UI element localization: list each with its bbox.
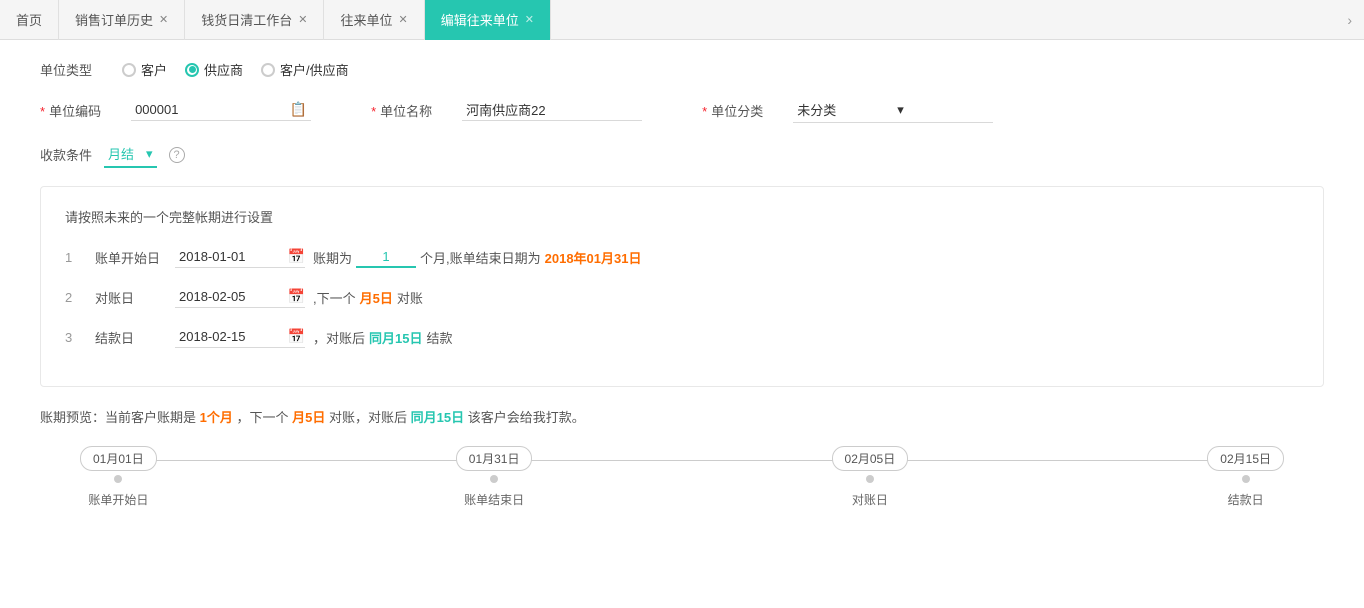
unit-type-row: 单位类型 客户 供应商 客户/供应商 — [40, 60, 1324, 79]
tab-partner[interactable]: 往来单位 ✕ — [324, 0, 424, 40]
setting-card: 请按照未来的一个完整帐期进行设置 1 账单开始日 📅 账期为 个月,账单结束日期… — [40, 186, 1324, 387]
tab-home[interactable]: 首页 — [0, 0, 59, 40]
chevron-down-icon: ▾ — [893, 99, 993, 121]
row-suffix-3: ，对账后 同月15日 结款 — [313, 328, 453, 347]
unit-code-label: *单位编码 — [40, 101, 101, 120]
node-dot-4 — [1242, 475, 1250, 483]
preview-period: 1个月 — [200, 410, 233, 425]
date-input-1[interactable] — [175, 246, 288, 267]
unit-type-radio-group: 客户 供应商 客户/供应商 — [122, 60, 349, 79]
payment-condition-label: 收款条件 — [40, 145, 92, 164]
node-label-1: 账单开始日 — [88, 491, 148, 508]
calendar-icon-2[interactable]: 📅 — [288, 288, 305, 305]
page-content: 单位类型 客户 供应商 客户/供应商 *单位编码 📋 — [0, 40, 1364, 608]
preview-pay-day: 同月15日 — [411, 410, 464, 425]
date-input-2[interactable] — [175, 286, 288, 307]
node-dot-1 — [114, 475, 122, 483]
row-num-1: 1 — [65, 250, 95, 265]
node-label-4: 结款日 — [1228, 491, 1264, 508]
node-tag-1: 01月01日 — [80, 446, 157, 471]
radio-both[interactable]: 客户/供应商 — [261, 60, 349, 79]
unit-name-input[interactable] — [462, 99, 642, 120]
row-suffix-2: ,下一个 月5日 对账 — [313, 288, 423, 307]
row-type-3: 结款日 — [95, 328, 175, 347]
row-num-3: 3 — [65, 330, 95, 345]
radio-supplier[interactable]: 供应商 — [185, 60, 243, 79]
date-input-wrap-1: 📅 — [175, 246, 305, 268]
timeline-node-4: 02月15日 结款日 — [1207, 446, 1284, 508]
row-type-1: 账单开始日 — [95, 248, 175, 267]
timeline-nodes: 01月01日 账单开始日 01月31日 账单结束日 02月05日 对账日 02月… — [80, 446, 1284, 508]
node-dot-3 — [866, 475, 874, 483]
radio-circle-customer — [122, 63, 136, 77]
unit-info-row: *单位编码 📋 *单位名称 *单位分类 未分类 ▾ — [40, 97, 1324, 123]
close-sales-history[interactable]: ✕ — [159, 13, 168, 26]
unit-name-label: *单位名称 — [371, 101, 432, 120]
timeline-node-3: 02月05日 对账日 — [832, 446, 909, 508]
node-label-2: 账单结束日 — [464, 491, 524, 508]
setting-row-1: 1 账单开始日 📅 账期为 个月,账单结束日期为 2018年01月31日 — [65, 246, 1299, 268]
unit-name-field-wrap — [462, 99, 642, 121]
date-input-wrap-2: 📅 — [175, 286, 305, 308]
same-day-highlight: 同月15日 — [369, 328, 422, 347]
date-input-3[interactable] — [175, 326, 288, 347]
row-suffix-1: 账期为 个月,账单结束日期为 2018年01月31日 — [313, 247, 641, 268]
payment-condition-select[interactable]: 月结 ▾ — [104, 141, 157, 168]
unit-type-label: 单位类型 — [40, 60, 92, 79]
period-num-input[interactable] — [356, 247, 416, 268]
unit-code-input[interactable] — [131, 99, 286, 120]
preview-text: 账期预览：当前客户账期是 1个月 ，下一个 月5日 对账，对账后 同月15日 该… — [40, 407, 1324, 426]
row-num-2: 2 — [65, 290, 95, 305]
tab-sales-history[interactable]: 销售订单历史 ✕ — [59, 0, 185, 40]
timeline: 01月01日 账单开始日 01月31日 账单结束日 02月05日 对账日 02月… — [40, 446, 1324, 508]
unit-category-label: *单位分类 — [702, 101, 763, 120]
setting-row-2: 2 对账日 📅 ,下一个 月5日 对账 — [65, 286, 1299, 308]
close-edit-partner[interactable]: ✕ — [525, 13, 534, 26]
payment-chevron-icon: ▾ — [142, 143, 157, 165]
unit-code-field-wrap: 📋 — [131, 99, 311, 121]
unit-category-select[interactable]: 未分类 ▾ — [793, 97, 993, 123]
tabs-bar: 首页 销售订单历史 ✕ 钱货日清工作台 ✕ 往来单位 ✕ 编辑往来单位 ✕ › — [0, 0, 1364, 40]
date-input-wrap-3: 📅 — [175, 326, 305, 348]
end-date-highlight: 2018年01月31日 — [545, 248, 642, 267]
close-cash-work[interactable]: ✕ — [298, 13, 307, 26]
unit-code-icon[interactable]: 📋 — [286, 101, 311, 118]
tab-cash-work[interactable]: 钱货日清工作台 ✕ — [185, 0, 324, 40]
help-icon[interactable]: ? — [169, 147, 185, 163]
card-title: 请按照未来的一个完整帐期进行设置 — [65, 207, 1299, 226]
setting-row-3: 3 结款日 📅 ，对账后 同月15日 结款 — [65, 326, 1299, 348]
payment-condition-row: 收款条件 月结 ▾ ? — [40, 141, 1324, 168]
timeline-node-2: 01月31日 账单结束日 — [456, 446, 533, 508]
node-tag-2: 01月31日 — [456, 446, 533, 471]
next-day-highlight: 月5日 — [360, 288, 393, 307]
preview-day: 月5日 — [292, 410, 325, 425]
tabs-scroll-right[interactable]: › — [1335, 12, 1364, 28]
calendar-icon-3[interactable]: 📅 — [288, 328, 305, 345]
radio-circle-both — [261, 63, 275, 77]
radio-circle-supplier — [185, 63, 199, 77]
node-dot-2 — [490, 475, 498, 483]
radio-customer[interactable]: 客户 — [122, 60, 167, 79]
node-label-3: 对账日 — [852, 491, 888, 508]
timeline-node-1: 01月01日 账单开始日 — [80, 446, 157, 508]
close-partner[interactable]: ✕ — [399, 13, 408, 26]
node-tag-3: 02月05日 — [832, 446, 909, 471]
tab-edit-partner[interactable]: 编辑往来单位 ✕ — [425, 0, 551, 40]
row-type-2: 对账日 — [95, 288, 175, 307]
calendar-icon-1[interactable]: 📅 — [288, 248, 305, 265]
node-tag-4: 02月15日 — [1207, 446, 1284, 471]
